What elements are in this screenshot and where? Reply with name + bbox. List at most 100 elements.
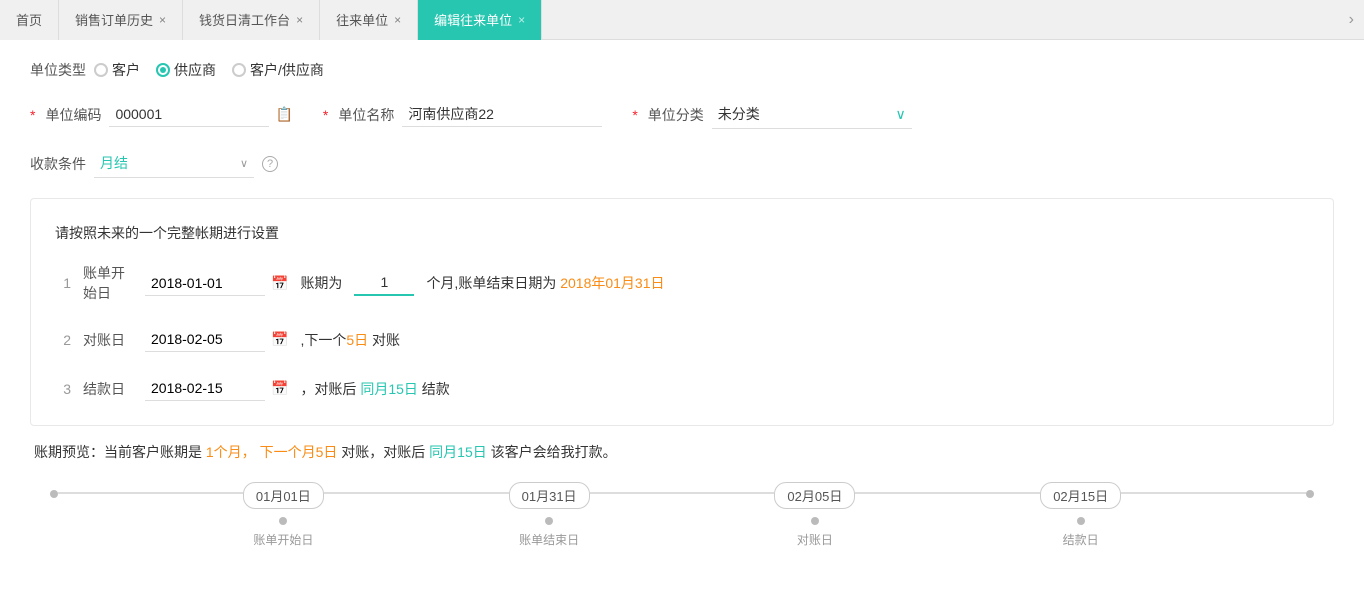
unit-code-input[interactable] — [109, 102, 269, 127]
payment-terms-value: 月结 — [100, 153, 236, 173]
period-month-input[interactable] — [354, 270, 414, 296]
tab-sales-history-close[interactable]: × — [159, 13, 166, 27]
tl-node-2: 01月31日 账单结束日 — [509, 482, 590, 548]
tl-line-1 — [58, 492, 243, 494]
tab-home-label: 首页 — [16, 10, 42, 29]
period-date-3-wrap: 📅 — [145, 376, 288, 401]
period-desc-2: ,下一个5日 对账 — [300, 330, 400, 350]
unit-category-label: 单位分类 — [648, 105, 704, 125]
period-num-1: 1 — [55, 275, 71, 291]
tl-label-3: 对账日 — [797, 531, 833, 548]
tl-end-dot-wrap — [1306, 490, 1314, 548]
radio-both[interactable]: 客户/供应商 — [232, 60, 324, 80]
tl-line-3 — [590, 492, 775, 494]
radio-customer-label: 客户 — [112, 60, 140, 80]
unit-type-row: 单位类型 客户 供应商 客户/供应商 — [30, 60, 1334, 80]
unit-code-copy-icon[interactable]: 📋 — [275, 106, 292, 123]
period-date-1-wrap: 📅 — [145, 271, 288, 296]
main-content: 单位类型 客户 供应商 客户/供应商 * 单位编码 — [0, 40, 1364, 608]
radio-supplier-label: 供应商 — [174, 60, 216, 80]
preview-prefix: 账期预览：当前客户账期是 — [34, 444, 202, 460]
payment-terms-field: 收款条件 月结 ∨ ? — [30, 149, 278, 178]
unit-category-value: 未分类 — [718, 104, 892, 124]
period-highlight-2: 5日 — [346, 332, 368, 348]
tl-badge-4: 02月15日 — [1040, 482, 1121, 509]
unit-category-field: * 单位分类 未分类 ∨ — [632, 100, 911, 129]
period-row-3: 3 结款日 📅 ，对账后 同月15日 结款 — [55, 376, 1309, 401]
radio-both-circle — [232, 63, 246, 77]
tl-dot-1 — [279, 517, 287, 525]
payment-terms-label: 收款条件 — [30, 154, 86, 174]
unit-code-input-wrap: 📋 — [109, 102, 292, 127]
radio-supplier[interactable]: 供应商 — [156, 60, 216, 80]
preview-middle: 对账，对账后 — [341, 444, 425, 460]
unit-code-required: * — [30, 107, 35, 123]
period-num-3: 3 — [55, 381, 71, 397]
unit-code-label: 单位编码 — [45, 105, 101, 125]
tab-sales-history[interactable]: 销售订单历史 × — [59, 0, 183, 40]
period-middle-1: 账期为 — [300, 273, 342, 293]
period-suffix-1: 个月,账单结束日期为 2018年01月31日 — [426, 273, 664, 293]
tl-dot-4 — [1077, 517, 1085, 525]
tab-cash-work-label: 钱货日清工作台 — [199, 10, 290, 29]
tab-sales-history-label: 销售订单历史 — [75, 10, 153, 29]
period-label-1: 账单开始日 — [83, 263, 133, 303]
preview-suffix: 该客户会给我打款。 — [491, 444, 617, 460]
calendar-icon-1[interactable]: 📅 — [271, 275, 288, 292]
timeline: 01月01日 账单开始日 01月31日 账单结束日 02月05日 对账日 02月… — [30, 482, 1334, 548]
chevron-down-icon: ∨ — [896, 106, 906, 123]
tl-label-1: 账单开始日 — [253, 531, 313, 548]
radio-group: 客户 供应商 客户/供应商 — [94, 60, 324, 80]
tab-cash-work[interactable]: 钱货日清工作台 × — [183, 0, 320, 40]
payment-terms-chevron: ∨ — [240, 157, 248, 170]
preview-part3: 同月15日 — [429, 444, 487, 460]
radio-customer[interactable]: 客户 — [94, 60, 140, 80]
tl-line-4 — [855, 492, 1040, 494]
period-desc-3: ，对账后 同月15日 结款 — [300, 379, 449, 399]
period-date-2-wrap: 📅 — [145, 327, 288, 352]
tl-start-dot — [50, 490, 58, 498]
unit-category-select[interactable]: 未分类 ∨ — [712, 100, 912, 129]
tl-start-dot-wrap — [50, 490, 58, 548]
tab-bar: 首页 销售订单历史 × 钱货日清工作台 × 往来单位 × 编辑往来单位 × › — [0, 0, 1364, 40]
unit-info-row: * 单位编码 📋 * 单位名称 * 单位分类 未分类 ∨ — [30, 100, 1334, 129]
payment-terms-select[interactable]: 月结 ∨ — [94, 149, 254, 178]
tl-line-5 — [1121, 492, 1306, 494]
unit-name-field: * 单位名称 — [323, 102, 602, 127]
help-icon[interactable]: ? — [262, 156, 278, 172]
period-date-3-input[interactable] — [145, 376, 265, 401]
tab-home[interactable]: 首页 — [0, 0, 59, 40]
unit-type-field: 单位类型 客户 供应商 客户/供应商 — [30, 60, 324, 80]
calendar-icon-2[interactable]: 📅 — [271, 331, 288, 348]
radio-supplier-circle — [156, 63, 170, 77]
tl-dot-2 — [545, 517, 553, 525]
preview-text: 账期预览：当前客户账期是 1个月， 下一个月5日 对账，对账后 同月15日 该客… — [30, 442, 1334, 462]
period-row-1: 1 账单开始日 📅 账期为 个月,账单结束日期为 2018年01月31日 — [55, 263, 1309, 303]
unit-cat-required: * — [632, 107, 637, 123]
tab-edit-partner[interactable]: 编辑往来单位 × — [418, 0, 542, 40]
tab-partner[interactable]: 往来单位 × — [320, 0, 418, 40]
unit-name-input[interactable] — [402, 102, 602, 127]
tab-partner-close[interactable]: × — [394, 13, 401, 27]
tl-badge-1: 01月01日 — [243, 482, 324, 509]
tl-end-dot — [1306, 490, 1314, 498]
tl-badge-2: 01月31日 — [509, 482, 590, 509]
period-date-2-input[interactable] — [145, 327, 265, 352]
period-box: 请按照未来的一个完整帐期进行设置 1 账单开始日 📅 账期为 个月,账单结束日期… — [30, 198, 1334, 426]
period-date-1-input[interactable] — [145, 271, 265, 296]
period-num-2: 2 — [55, 332, 71, 348]
tab-cash-work-close[interactable]: × — [296, 13, 303, 27]
period-highlight-3: 同月15日 — [360, 381, 418, 397]
tl-label-4: 结款日 — [1063, 531, 1099, 548]
period-end-date-1: 2018年01月31日 — [560, 275, 664, 291]
tl-node-3: 02月05日 对账日 — [774, 482, 855, 548]
calendar-icon-3[interactable]: 📅 — [271, 380, 288, 397]
tl-line-2 — [324, 492, 509, 494]
period-label-3: 结款日 — [83, 379, 133, 399]
payment-terms-row: 收款条件 月结 ∨ ? — [30, 149, 1334, 178]
period-box-title: 请按照未来的一个完整帐期进行设置 — [55, 223, 1309, 243]
tl-label-2: 账单结束日 — [519, 531, 579, 548]
tab-edit-partner-close[interactable]: × — [518, 13, 525, 27]
tab-more-button[interactable]: › — [1339, 11, 1364, 29]
tl-dot-3 — [811, 517, 819, 525]
